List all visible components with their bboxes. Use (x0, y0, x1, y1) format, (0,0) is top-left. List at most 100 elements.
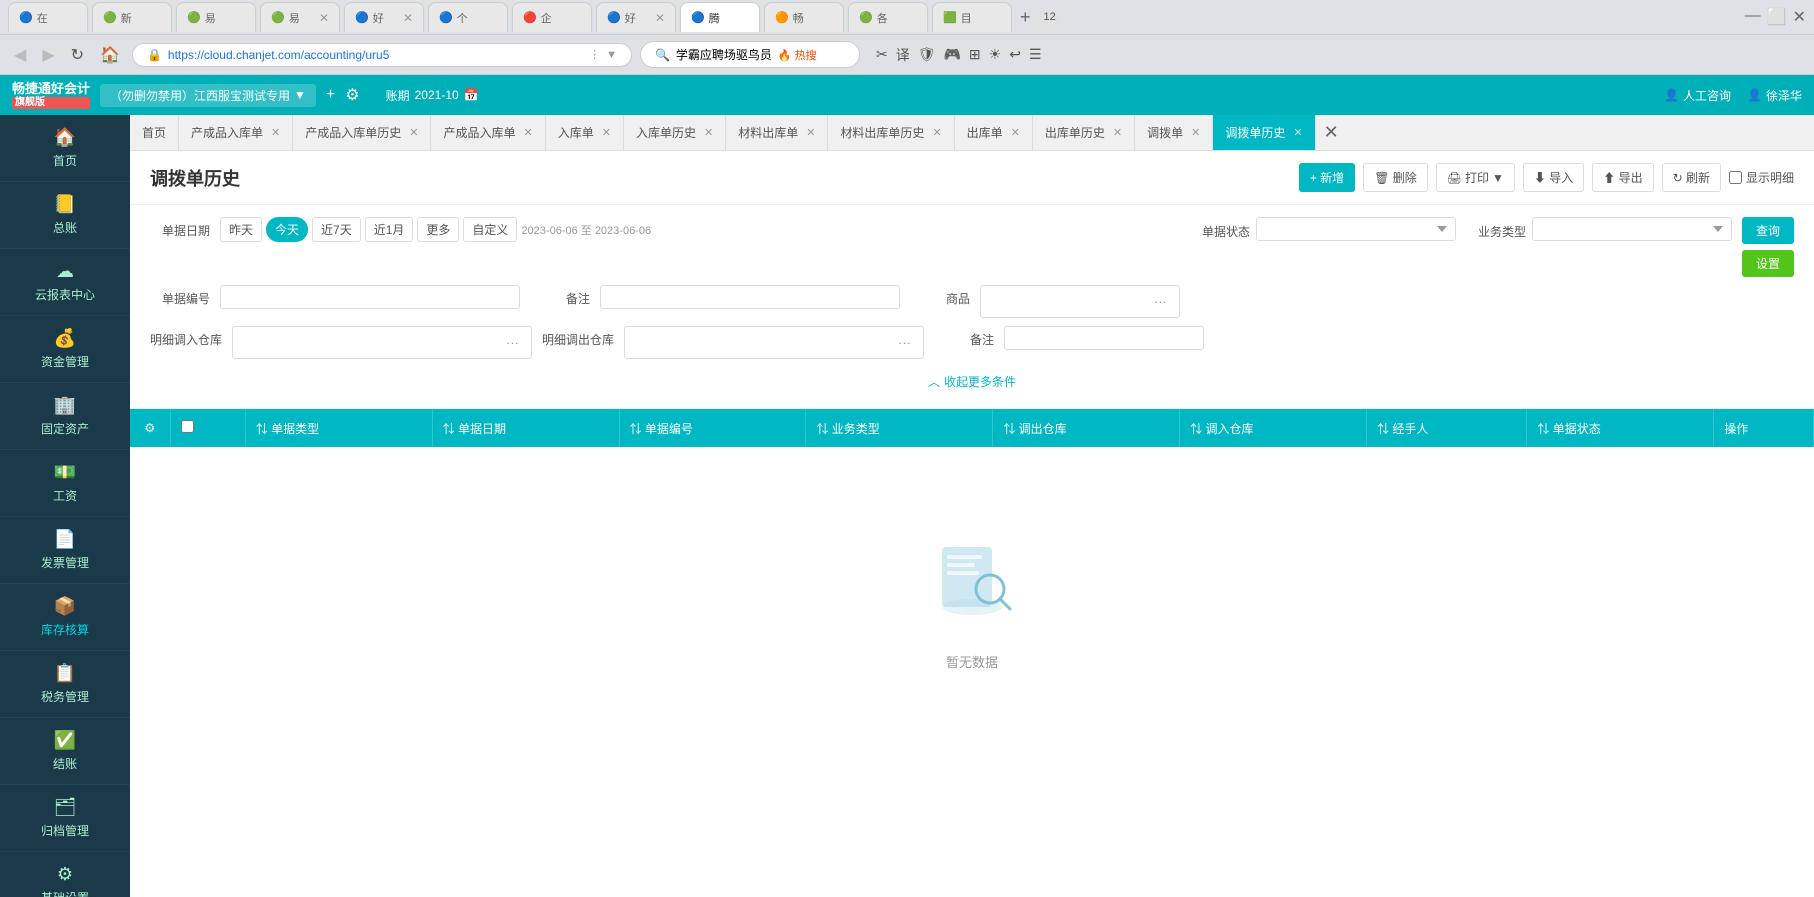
page-tab-stock-in[interactable]: 入库单 ✕ (546, 115, 624, 151)
sidebar-item-report[interactable]: ☁ 云报表中心 (0, 249, 130, 316)
shield-icon[interactable]: 🛡 (918, 46, 936, 63)
table-header-type[interactable]: ⇅ 单据类型 (245, 409, 432, 447)
page-tab-stock-in-close[interactable]: ✕ (602, 126, 611, 139)
detail-out-ellipsis-icon[interactable]: ··· (894, 331, 915, 354)
reload-button[interactable]: ↻ (67, 43, 88, 67)
maximize-icon[interactable]: ⬜ (1767, 7, 1787, 27)
browser-tab-10[interactable]: 🟠畅 (764, 2, 844, 32)
company-selector[interactable]: （勿删勿禁用）江西服宝测试专用 ▼ (100, 84, 316, 107)
browser-tab-12[interactable]: 🟩目 (932, 2, 1012, 32)
browser-tab-3[interactable]: 🟢易 (176, 2, 256, 32)
page-tab-material-out-history[interactable]: 材料出库单历史 ✕ (828, 115, 954, 151)
page-tab-transfer[interactable]: 调拨单 ✕ (1135, 115, 1213, 151)
delete-button[interactable]: 🗑 删除 (1363, 163, 1428, 192)
translate-icon[interactable]: 译 (896, 45, 910, 65)
date-btn-today[interactable]: 今天 (266, 217, 308, 242)
table-gear-header[interactable]: ⚙ (130, 409, 170, 447)
browser-tab-2[interactable]: 🟢新 (92, 2, 172, 32)
support-button[interactable]: 👤 人工咨询 (1664, 87, 1731, 104)
sidebar-item-fund[interactable]: 💰 资金管理 (0, 316, 130, 383)
table-header-out-wh[interactable]: ⇅ 调出仓库 (993, 409, 1180, 447)
page-tab-product-in-history-close[interactable]: ✕ (409, 126, 418, 139)
page-tab-out-history-close[interactable]: ✕ (1113, 126, 1122, 139)
date-btn-custom[interactable]: 自定义 (463, 217, 517, 242)
page-tab-out-close[interactable]: ✕ (1011, 126, 1020, 139)
browser-tab-1[interactable]: 🔵在 (8, 2, 88, 32)
select-all-checkbox[interactable] (181, 420, 194, 433)
back-button[interactable]: ◀ (10, 43, 30, 67)
page-tab-product-in2-close[interactable]: ✕ (524, 126, 533, 139)
table-header-biz[interactable]: ⇅ 业务类型 (806, 409, 993, 447)
refresh-button[interactable]: ↻ 刷新 (1662, 163, 1721, 192)
page-tab-material-out[interactable]: 材料出库单 ✕ (726, 115, 828, 151)
table-header-num[interactable]: ⇅ 单据编号 (619, 409, 806, 447)
sidebar-item-asset[interactable]: 🏢 固定资产 (0, 383, 130, 450)
date-btn-yesterday[interactable]: 昨天 (220, 217, 262, 242)
filter-settings-button[interactable]: 设置 (1742, 250, 1794, 277)
sidebar-item-ledger[interactable]: 📒 总账 (0, 182, 130, 249)
date-btn-more[interactable]: 更多 (417, 217, 459, 242)
page-tab-out[interactable]: 出库单 ✕ (955, 115, 1033, 151)
close-icon[interactable]: ✕ (1793, 7, 1806, 27)
page-tab-transfer-close[interactable]: ✕ (1191, 126, 1200, 139)
address-bar[interactable]: 🔒 https://cloud.chanjet.com/accounting/u… (132, 43, 632, 67)
page-tab-material-out-history-close[interactable]: ✕ (932, 126, 941, 139)
show-columns-checkbox[interactable] (1729, 171, 1742, 184)
theme-icon[interactable]: ☀ (989, 46, 1002, 63)
page-tab-transfer-history-close[interactable]: ✕ (1293, 126, 1302, 139)
sidebar-item-archive[interactable]: 🗂 归档管理 (0, 785, 130, 852)
table-header-date[interactable]: ⇅ 单据日期 (432, 409, 619, 447)
search-bar[interactable]: 🔍 学霸应聘场驱鸟员 🔥 热搜 (640, 41, 860, 68)
browser-tab-4[interactable]: 🟢易 ✕ (260, 2, 340, 32)
forward-button[interactable]: ▶ (38, 43, 58, 67)
sidebar-item-invoice[interactable]: 📄 发票管理 (0, 517, 130, 584)
close-all-tabs-button[interactable]: ✕ (1316, 122, 1347, 143)
doc-num-input[interactable] (220, 285, 520, 309)
user-menu[interactable]: 👤 徐泽华 (1747, 87, 1802, 104)
browser-tab-7[interactable]: 🔴企 (512, 2, 592, 32)
status-select[interactable] (1256, 217, 1456, 241)
page-tab-home[interactable]: 首页 (130, 115, 179, 151)
date-btn-7days[interactable]: 近7天 (312, 217, 361, 242)
page-tab-stock-in-history[interactable]: 入库单历史 ✕ (624, 115, 726, 151)
browser-tab-6[interactable]: 🔵个 (428, 2, 508, 32)
detail-remark-input[interactable] (1004, 326, 1204, 350)
page-tab-product-in[interactable]: 产成品入库单 ✕ (179, 115, 293, 151)
query-button[interactable]: 查询 (1742, 217, 1794, 244)
menu-icon[interactable]: ☰ (1029, 46, 1042, 63)
sidebar-item-home[interactable]: 🏠 首页 (0, 115, 130, 182)
page-tab-material-out-close[interactable]: ✕ (806, 126, 815, 139)
settings-gear-icon[interactable]: ⚙ (345, 85, 359, 105)
sidebar-item-wage[interactable]: 💵 工资 (0, 450, 130, 517)
table-header-checkbox[interactable] (170, 409, 245, 447)
browser-tab-8[interactable]: 🔵好 ✕ (596, 2, 676, 32)
browser-tab-5[interactable]: 🔵好 ✕ (344, 2, 424, 32)
add-company-button[interactable]: + (326, 86, 335, 104)
goods-ellipsis-icon[interactable]: ··· (1150, 290, 1171, 313)
new-tab-button[interactable]: + (1016, 7, 1035, 28)
page-tab-product-in-close[interactable]: ✕ (271, 126, 280, 139)
sidebar-item-basic[interactable]: ⚙ 基础设置 (0, 852, 130, 897)
scissors-icon[interactable]: ✂ (876, 46, 888, 63)
browser-tab-11[interactable]: 🟢各 (848, 2, 928, 32)
page-tab-product-in2[interactable]: 产成品入库单 ✕ (431, 115, 545, 151)
browser-tab-9[interactable]: 🔵腾 (680, 2, 760, 32)
undo-icon[interactable]: ↩ (1009, 46, 1021, 63)
game-icon[interactable]: 🎮 (943, 46, 960, 63)
table-header-status[interactable]: ⇅ 单据状态 (1527, 409, 1714, 447)
print-button[interactable]: 🖨 打印 ▼ (1436, 163, 1515, 192)
new-button[interactable]: + 新增 (1299, 163, 1355, 192)
page-tab-product-in-history[interactable]: 产成品入库单历史 ✕ (293, 115, 431, 151)
grid-icon[interactable]: ⊞ (969, 46, 981, 63)
goods-input[interactable] (989, 295, 1150, 309)
table-header-in-wh[interactable]: ⇅ 调入仓库 (1180, 409, 1367, 447)
gear-icon[interactable]: ⚙ (144, 421, 155, 435)
sidebar-item-settle[interactable]: ✅ 结账 (0, 718, 130, 785)
show-columns-label[interactable]: 显示明细 (1729, 169, 1794, 186)
detail-in-input[interactable] (241, 336, 502, 350)
page-tab-transfer-history[interactable]: 调拨单历史 ✕ (1213, 115, 1315, 151)
detail-in-ellipsis-icon[interactable]: ··· (502, 331, 523, 354)
page-tab-out-history[interactable]: 出库单历史 ✕ (1033, 115, 1135, 151)
import-button[interactable]: ⬇ 导入 (1523, 163, 1584, 192)
home-button[interactable]: 🏠 (96, 43, 124, 67)
